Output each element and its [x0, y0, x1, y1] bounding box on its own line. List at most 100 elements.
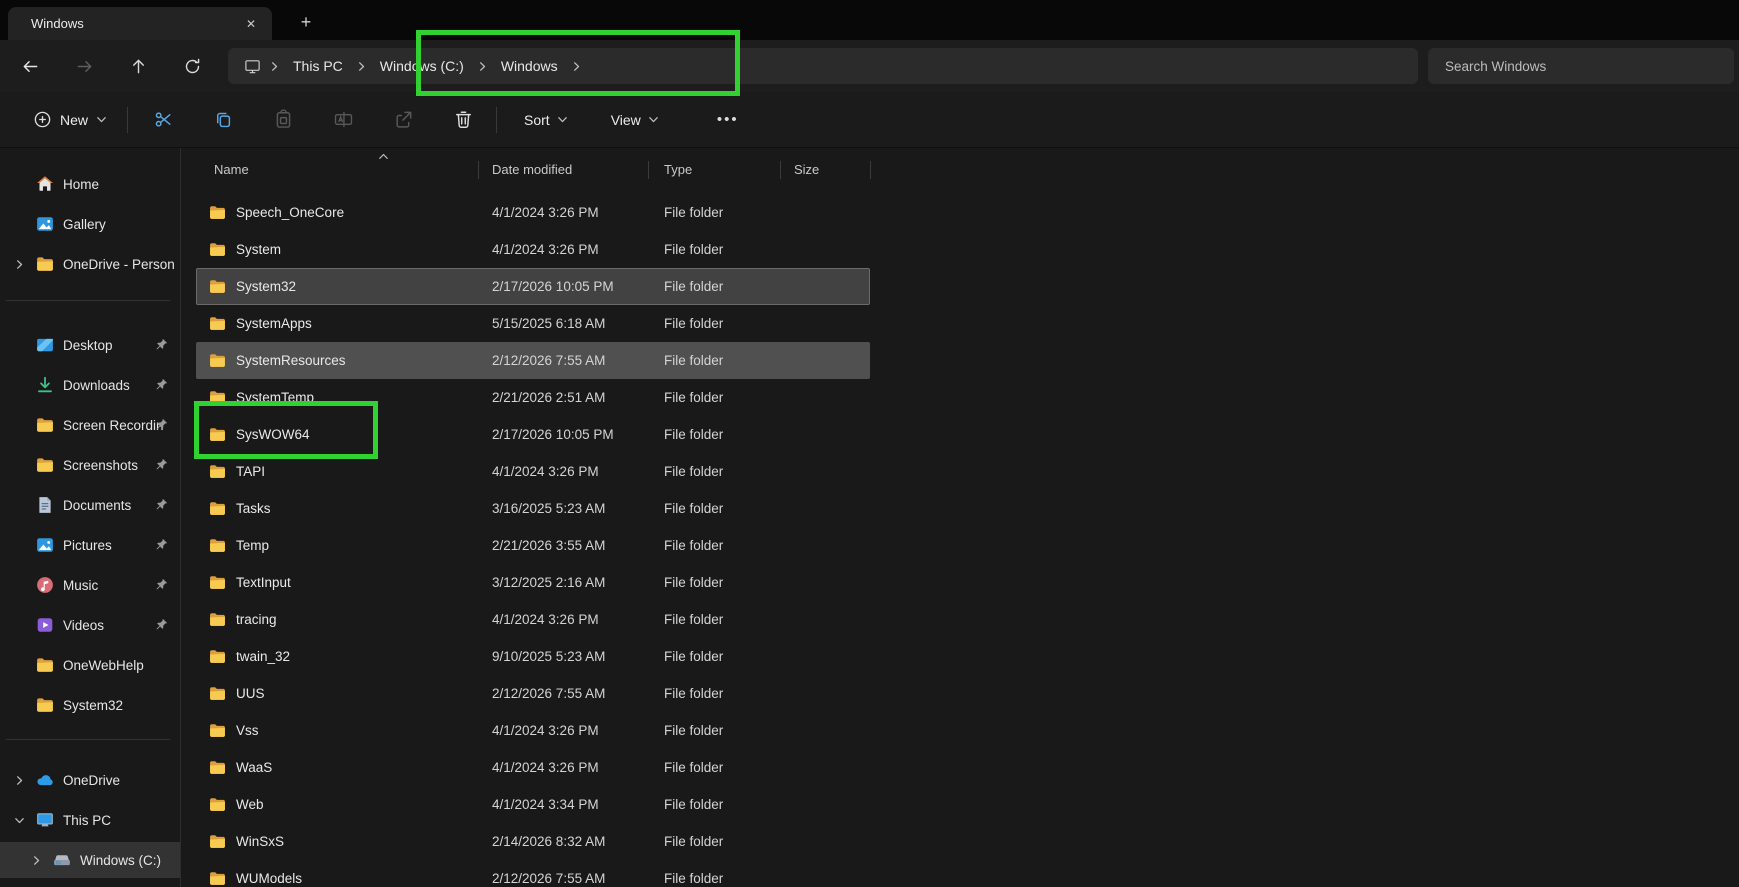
file-name: UUS: [236, 686, 265, 701]
column-divider[interactable]: [648, 161, 649, 179]
file-row-SystemResources[interactable]: SystemResources 2/12/2026 7:55 AM File fol…: [196, 342, 870, 379]
share-button[interactable]: [379, 101, 427, 139]
file-date-modified: 9/10/2025 5:23 AM: [492, 649, 606, 664]
file-row-tracing[interactable]: tracing 4/1/2024 3:26 PM File folder: [196, 601, 870, 638]
file-row-SysWOW64[interactable]: SysWOW64 2/17/2026 10:05 PM File folder: [196, 416, 870, 453]
explorer-tab[interactable]: Windows ✕: [8, 7, 272, 40]
refresh-button[interactable]: [174, 48, 210, 84]
file-name: SystemTemp: [236, 390, 315, 405]
chevron-right-icon[interactable]: [14, 259, 36, 270]
file-name: SysWOW64: [236, 427, 310, 442]
file-type: File folder: [664, 612, 724, 627]
file-row-SystemTemp[interactable]: SystemTemp 2/21/2026 2:51 AM File folder: [196, 379, 870, 416]
file-row-SystemApps[interactable]: SystemApps 5/15/2025 6:18 AM File folder: [196, 305, 870, 342]
file-date-modified: 3/16/2025 5:23 AM: [492, 501, 606, 516]
tab-strip: Windows ✕ +: [0, 0, 1739, 40]
column-header-type[interactable]: Type: [664, 152, 692, 186]
file-name: SystemApps: [236, 316, 312, 331]
forward-button[interactable]: [66, 48, 102, 84]
sidebar-item-onedrive-persona[interactable]: OneDrive - Persona: [3, 246, 177, 282]
file-row-WaaS[interactable]: WaaS 4/1/2024 3:26 PM File folder: [196, 749, 870, 786]
new-button[interactable]: New: [22, 103, 118, 136]
copy-button[interactable]: [199, 101, 247, 139]
cut-button[interactable]: [139, 101, 187, 139]
sidebar-item-onewebhelp[interactable]: OneWebHelp: [3, 647, 177, 683]
file-row-System[interactable]: System 4/1/2024 3:26 PM File folder: [196, 231, 870, 268]
search-input[interactable]: Search Windows: [1428, 48, 1734, 84]
chevron-right-icon[interactable]: [569, 61, 584, 72]
sidebar-item-pictures[interactable]: Pictures: [3, 527, 177, 563]
file-date-modified: 2/12/2026 7:55 AM: [492, 686, 606, 701]
sidebar-item-downloads[interactable]: Downloads: [3, 367, 177, 403]
breadcrumb-item-this-pc[interactable]: This PC: [282, 48, 354, 84]
pc-icon: [36, 811, 54, 829]
rename-button[interactable]: [319, 101, 367, 139]
file-date-modified: 4/1/2024 3:26 PM: [492, 760, 599, 775]
file-name: Tasks: [236, 501, 271, 516]
chevron-right-icon[interactable]: [31, 855, 53, 866]
sidebar-item-screen-recordin[interactable]: Screen Recordin: [3, 407, 177, 443]
breadcrumb-item-windows-c[interactable]: Windows (C:): [369, 48, 475, 84]
back-button[interactable]: [12, 48, 48, 84]
paste-button[interactable]: [259, 101, 307, 139]
file-name: WinSxS: [236, 834, 285, 849]
sidebar-item-system32[interactable]: System32: [3, 687, 177, 723]
column-header-date-modified[interactable]: Date modified: [492, 152, 572, 186]
folder-icon: [209, 463, 226, 480]
view-button[interactable]: View: [593, 105, 670, 135]
file-row-WinSxS[interactable]: WinSxS 2/14/2026 8:32 AM File folder: [196, 823, 870, 860]
toolbar-divider: [127, 106, 129, 133]
column-divider[interactable]: [478, 161, 479, 179]
chevron-right-icon[interactable]: [354, 61, 369, 72]
up-button[interactable]: [120, 48, 156, 84]
chevron-right-icon[interactable]: [14, 775, 36, 786]
location-monitor-icon[interactable]: [238, 58, 267, 75]
sidebar-item-screenshots[interactable]: Screenshots: [3, 447, 177, 483]
tab-close-button[interactable]: ✕: [240, 13, 262, 35]
file-row-TAPI[interactable]: TAPI 4/1/2024 3:26 PM File folder: [196, 453, 870, 490]
column-header-name[interactable]: Name: [214, 152, 249, 186]
file-row-UUS[interactable]: UUS 2/12/2026 7:55 AM File folder: [196, 675, 870, 712]
music-icon: [36, 576, 54, 594]
sidebar-item-music[interactable]: Music: [3, 567, 177, 603]
file-row-WUModels[interactable]: WUModels 2/12/2026 7:55 AM File folder: [196, 860, 870, 887]
picture-icon: [36, 536, 54, 554]
column-divider[interactable]: [780, 161, 781, 179]
sidebar-item-desktop[interactable]: Desktop: [3, 327, 177, 363]
sidebar-item-this-pc[interactable]: This PC: [3, 802, 177, 838]
file-name: TextInput: [236, 575, 291, 590]
pin-icon: [155, 578, 168, 591]
delete-button[interactable]: [439, 101, 487, 139]
file-type: File folder: [664, 427, 724, 442]
new-tab-button[interactable]: +: [292, 9, 320, 35]
file-row-Vss[interactable]: Vss 4/1/2024 3:26 PM File folder: [196, 712, 870, 749]
breadcrumb-item-windows[interactable]: Windows: [490, 48, 569, 84]
sidebar-item-onedrive[interactable]: OneDrive: [3, 762, 177, 798]
chevron-right-icon[interactable]: [475, 61, 490, 72]
sidebar-item-gallery[interactable]: Gallery: [3, 206, 177, 242]
file-row-System32[interactable]: System32 2/17/2026 10:05 PM File folder: [196, 268, 870, 305]
sidebar-item-label: Home: [63, 176, 100, 192]
address-bar[interactable]: This PC Windows (C:) Windows: [228, 48, 1418, 84]
folder-icon: [36, 456, 54, 474]
file-date-modified: 2/17/2026 10:05 PM: [492, 279, 614, 294]
file-row-Speech_OneCore[interactable]: Speech_OneCore 4/1/2024 3:26 PM File folde…: [196, 194, 870, 231]
column-divider[interactable]: [870, 161, 871, 179]
file-row-Temp[interactable]: Temp 2/21/2026 3:55 AM File folder: [196, 527, 870, 564]
file-row-twain_32[interactable]: twain_32 9/10/2025 5:23 AM File folder: [196, 638, 870, 675]
sidebar-item-windows-c[interactable]: Windows (C:): [0, 842, 180, 878]
file-row-TextInput[interactable]: TextInput 3/12/2025 2:16 AM File folder: [196, 564, 870, 601]
chevron-right-icon[interactable]: [267, 61, 282, 72]
sidebar-item-documents[interactable]: Documents: [3, 487, 177, 523]
sidebar-item-home[interactable]: Home: [3, 166, 177, 202]
file-date-modified: 2/14/2026 8:32 AM: [492, 834, 606, 849]
sidebar-item-label: Windows (C:): [80, 852, 162, 868]
file-row-Tasks[interactable]: Tasks 3/16/2025 5:23 AM File folder: [196, 490, 870, 527]
sort-button[interactable]: Sort: [506, 105, 579, 135]
file-type: File folder: [664, 834, 724, 849]
column-header-size[interactable]: Size: [794, 152, 819, 186]
sidebar-item-videos[interactable]: Videos: [3, 607, 177, 643]
file-row-Web[interactable]: Web 4/1/2024 3:34 PM File folder: [196, 786, 870, 823]
more-options-button[interactable]: •••: [708, 102, 748, 138]
chevron-down-icon[interactable]: [14, 815, 36, 826]
